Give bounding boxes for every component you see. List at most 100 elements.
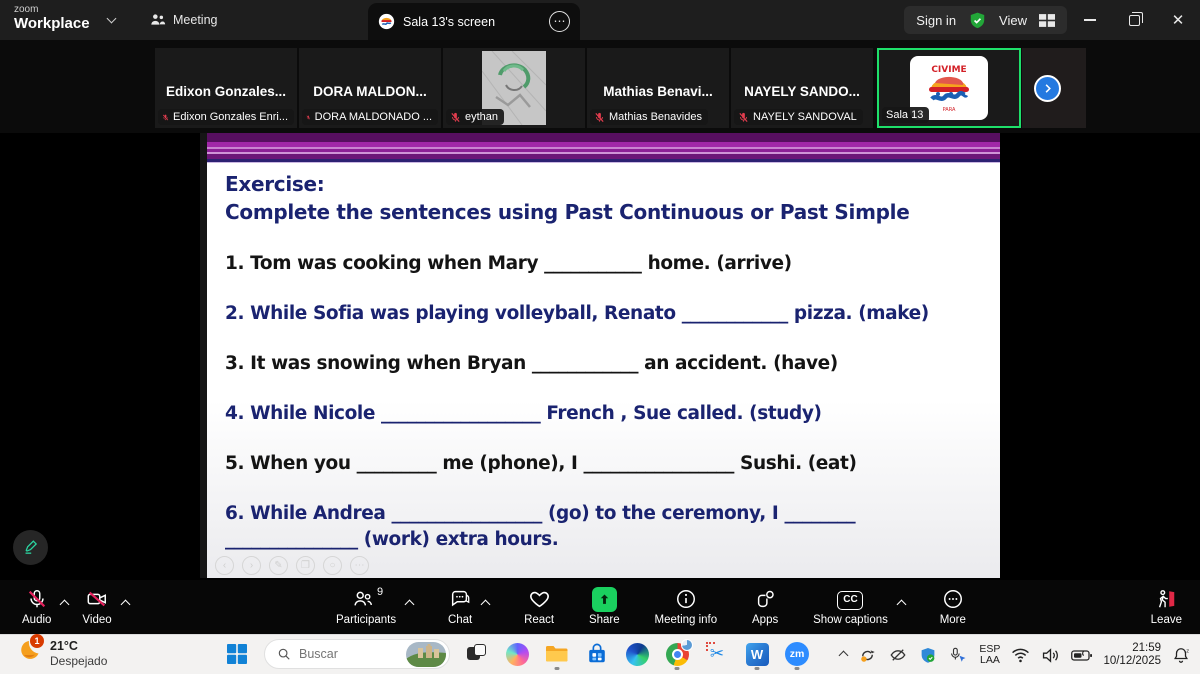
edge-button[interactable] <box>624 639 650 669</box>
chrome-icon <box>665 638 693 666</box>
mic-muted-icon <box>595 112 604 122</box>
eye-hidden-icon[interactable] <box>888 646 908 664</box>
close-button[interactable]: ✕ <box>1156 0 1200 40</box>
info-icon <box>676 590 695 608</box>
edge-icon <box>625 642 649 666</box>
participant-name: NAYELY SANDO... <box>744 84 860 99</box>
more-tools-icon[interactable]: ⋯ <box>350 556 369 575</box>
chat-options-icon[interactable] <box>480 599 491 610</box>
view-button[interactable]: View <box>999 13 1027 28</box>
annotate-button[interactable] <box>13 530 48 565</box>
titlebar: zoom Workplace Meeting Sala 13's screen … <box>0 0 1200 40</box>
apps-button[interactable]: Apps <box>752 587 778 626</box>
captions-options-icon[interactable] <box>896 599 907 610</box>
ms-store-button[interactable] <box>584 639 610 669</box>
audio-button[interactable]: Audio <box>22 587 51 626</box>
mic-in-use-icon[interactable] <box>948 646 968 664</box>
react-label: React <box>524 614 555 626</box>
video-options-icon[interactable] <box>120 599 131 610</box>
slides-view-icon[interactable]: ❐ <box>296 556 315 575</box>
language-indicator[interactable]: ESP LAA <box>979 643 1000 667</box>
share-button[interactable]: Share <box>589 586 620 626</box>
participant-tile[interactable]: Mathias Benavi... Mathias Benavides <box>587 48 729 128</box>
participant-label-text: Mathias Benavides <box>609 111 702 123</box>
zoom-tool-icon[interactable]: ○ <box>323 556 342 575</box>
start-button[interactable] <box>224 639 250 669</box>
tab-meeting[interactable]: Meeting <box>150 8 217 32</box>
battery-icon[interactable] <box>1071 648 1093 663</box>
participant-tile-sala13[interactable]: CIVIME PARA Sala 13 <box>877 48 1021 128</box>
sentence-1: 1. Tom was cooking when Mary ___________… <box>225 253 792 274</box>
view-layout-icon <box>1039 13 1055 27</box>
sentence-3: 3. It was snowing when Bryan ___________… <box>225 353 838 374</box>
audio-options-icon[interactable] <box>59 599 70 610</box>
sentence-4: 4. While Nicole __________________ Frenc… <box>225 403 822 424</box>
speaker-icon[interactable] <box>1041 647 1060 664</box>
video-button[interactable]: Video <box>82 587 112 626</box>
participants-label: Participants <box>336 614 397 626</box>
participant-tile-video[interactable]: eythan <box>443 48 585 128</box>
next-participants-button[interactable] <box>1034 75 1061 102</box>
prev-slide-icon[interactable]: ‹ <box>215 556 234 575</box>
chat-button[interactable]: Chat <box>448 587 472 626</box>
store-icon <box>589 643 605 663</box>
apps-label: Apps <box>752 614 779 626</box>
minimize-button[interactable] <box>1068 0 1112 40</box>
taskbar-search[interactable] <box>264 639 450 669</box>
mic-muted-icon <box>28 590 45 608</box>
tab-sala13-screen[interactable]: Sala 13's screen ⋯ <box>368 3 580 40</box>
next-slide-icon[interactable]: › <box>242 556 261 575</box>
word-button[interactable]: W <box>744 639 770 670</box>
search-highlight-image[interactable] <box>406 641 446 667</box>
tab-options-icon[interactable]: ⋯ <box>549 11 570 32</box>
zoom-app-icon: zm <box>785 642 809 666</box>
weather-widget[interactable]: 1 21°C Despejado <box>16 634 107 669</box>
slide-title: Exercise: <box>225 172 325 196</box>
captions-button[interactable]: CC Show captions <box>813 587 888 626</box>
tab-sala13-label: Sala 13's screen <box>403 14 496 29</box>
sign-in-button[interactable]: Sign in <box>916 13 956 28</box>
participant-tile[interactable]: NAYELY SANDO... NAYELY SANDOVAL <box>731 48 873 128</box>
meeting-toolbar: Audio Video 9 Participants Chat React Sh… <box>0 580 1200 634</box>
tab-meeting-label: Meeting <box>173 13 218 27</box>
clock[interactable]: 21:59 10/12/2025 <box>1103 642 1161 669</box>
snipping-tool-button[interactable]: ✂ <box>704 639 730 669</box>
svg-text:CIVIME: CIVIME <box>931 65 966 75</box>
more-button[interactable]: More <box>940 587 966 626</box>
chrome-button[interactable] <box>664 638 693 670</box>
task-view-icon <box>467 644 487 664</box>
close-icon: ✕ <box>1171 12 1185 29</box>
participants-count: 9 <box>376 586 384 598</box>
security-shield-icon[interactable] <box>968 11 987 30</box>
leave-button[interactable]: Leave <box>1151 587 1182 626</box>
meeting-info-button[interactable]: Meeting info <box>655 587 717 626</box>
file-explorer-button[interactable] <box>544 639 570 670</box>
tray-time: 21:59 <box>1132 641 1161 654</box>
svg-text:z: z <box>1186 648 1189 654</box>
task-view-button[interactable] <box>464 639 490 669</box>
participants-button[interactable]: 9 Participants <box>336 586 397 626</box>
chevron-right-icon <box>1045 84 1051 93</box>
sync-icon[interactable] <box>858 646 877 665</box>
notification-bell-icon[interactable]: z <box>1172 646 1190 665</box>
copilot-icon <box>505 642 529 666</box>
participant-label: Edixon Gonzales Enri... <box>158 109 294 125</box>
participant-tile[interactable]: Edixon Gonzales... Edixon Gonzales Enri.… <box>155 48 297 128</box>
react-button[interactable]: React <box>524 587 554 626</box>
chevron-down-icon[interactable] <box>106 13 117 24</box>
folder-icon <box>546 646 568 662</box>
pen-tool-icon[interactable]: ✎ <box>269 556 288 575</box>
people-icon <box>151 14 166 25</box>
zoom-app-button[interactable]: zm <box>784 639 810 670</box>
copilot-button[interactable] <box>504 639 530 669</box>
participants-options-icon[interactable] <box>404 599 415 610</box>
restore-button[interactable] <box>1112 0 1156 40</box>
wifi-icon[interactable] <box>1011 647 1030 663</box>
participant-tile[interactable]: DORA MALDON... DORA MALDONADO ... <box>299 48 441 128</box>
tray-expand-icon[interactable] <box>838 650 849 660</box>
heart-icon <box>529 591 549 608</box>
weather-alert-badge: 1 <box>30 634 44 648</box>
windows-security-icon[interactable] <box>919 646 937 665</box>
participant-tile-partial <box>1022 48 1086 128</box>
search-input[interactable] <box>299 647 398 661</box>
